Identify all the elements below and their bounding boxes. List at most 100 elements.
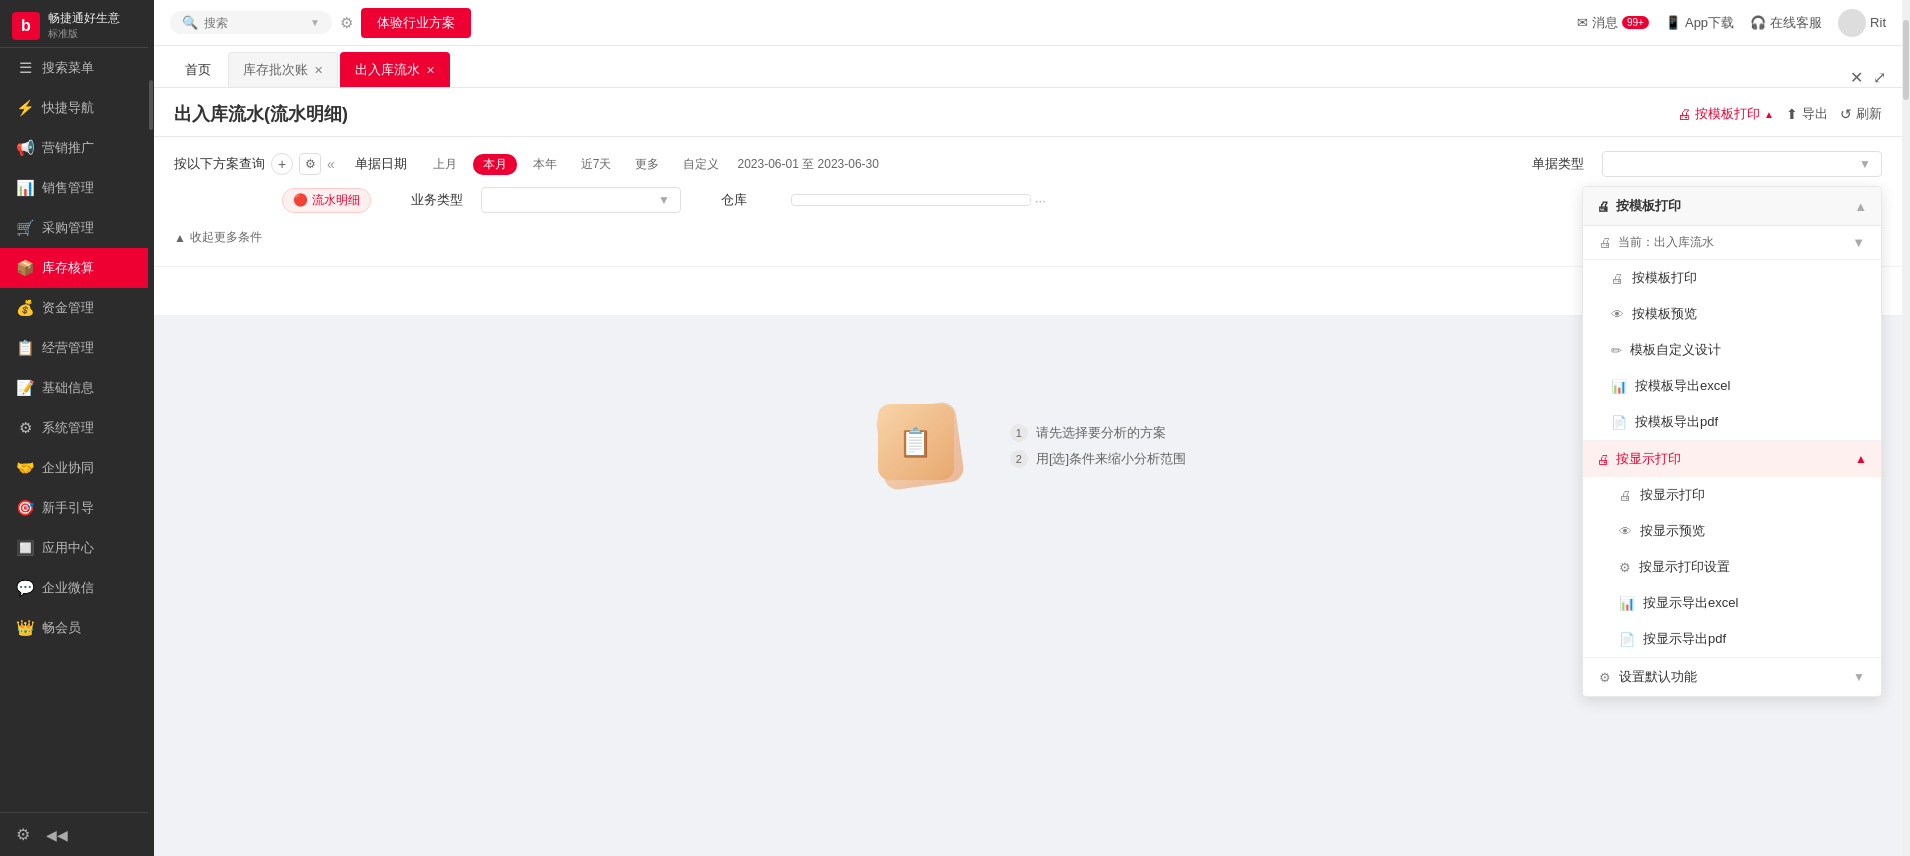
date-btn-last-month[interactable]: 上月 <box>425 154 465 175</box>
app-name: 畅捷通好生意 标准版 <box>48 10 120 41</box>
online-service-button[interactable]: 🎧 在线客服 <box>1750 14 1822 32</box>
marketing-icon: 📢 <box>16 139 34 157</box>
filter-tag-detail[interactable]: 🔴 流水明细 <box>282 188 371 213</box>
empty-step-2: 2 用[选]条件来缩小分析范围 <box>1010 450 1186 468</box>
date-btn-this-year[interactable]: 本年 <box>525 154 565 175</box>
step-1-number: 1 <box>1010 424 1028 442</box>
system-icon: ⚙ <box>16 419 34 437</box>
date-btn-more[interactable]: 更多 <box>627 154 667 175</box>
tabs-bar: 首页 库存批次账 ✕ 出入库流水 ✕ ✕ ⤢ <box>154 46 1902 88</box>
dropdown-close-chevron-icon[interactable]: ▲ <box>1854 199 1867 214</box>
sidebar-item-guide[interactable]: 🎯 新手引导 <box>0 488 148 528</box>
warehouse-field[interactable] <box>791 194 1031 206</box>
doc-type-select[interactable]: ▼ <box>1602 151 1882 177</box>
dropdown-item-display-pdf[interactable]: 📄 按显示导出pdf <box>1583 621 1881 657</box>
window-close-icon[interactable]: ✕ <box>1850 68 1863 87</box>
sidebar-item-marketing[interactable]: 📢 营销推广 <box>0 128 148 168</box>
display-settings-icon: ⚙ <box>1619 560 1631 575</box>
filter-add-button[interactable]: + <box>271 153 293 175</box>
dropdown-item-template-excel[interactable]: 📊 按模板导出excel <box>1583 368 1881 404</box>
guide-icon: 🎯 <box>16 499 34 517</box>
template-excel-icon: 📊 <box>1611 379 1627 394</box>
date-btn-custom[interactable]: 自定义 <box>675 154 727 175</box>
app-download-button[interactable]: 📱 App下载 <box>1665 14 1734 32</box>
display-group-chevron-icon[interactable]: ▲ <box>1855 452 1867 466</box>
search-box[interactable]: 🔍 ▼ <box>170 11 332 34</box>
dropdown-current: 🖨 当前：出入库流水 ▼ <box>1583 226 1881 260</box>
empty-step-1: 1 请先选择要分析的方案 <box>1010 424 1186 442</box>
filter-tag-icon: 🔴 <box>293 193 308 207</box>
dropdown-item-template-preview[interactable]: 👁 按模板预览 <box>1583 296 1881 332</box>
tab-flow[interactable]: 出入库流水 ✕ <box>340 52 450 87</box>
sidebar-item-wechat[interactable]: 💬 企业微信 <box>0 568 148 608</box>
date-btn-this-month[interactable]: 本月 <box>473 154 517 175</box>
sidebar-item-member[interactable]: 👑 畅会员 <box>0 608 148 648</box>
search-input[interactable] <box>204 16 304 30</box>
sidebar-item-sales[interactable]: 📊 销售管理 <box>0 168 148 208</box>
search-dropdown-icon[interactable]: ▼ <box>310 17 320 28</box>
finance-icon: 💰 <box>16 299 34 317</box>
dropdown-item-display-preview[interactable]: 👁 按显示预览 <box>1583 513 1881 549</box>
dropdown-item-display-settings[interactable]: ⚙ 按显示打印设置 <box>1583 549 1881 585</box>
tab-batch[interactable]: 库存批次账 ✕ <box>228 52 338 87</box>
printer-icon: 🖨 <box>1677 106 1691 122</box>
tab-batch-close-icon[interactable]: ✕ <box>314 64 323 77</box>
trial-button[interactable]: 体验行业方案 <box>361 8 471 38</box>
template-print-icon: 🖨 <box>1611 271 1624 286</box>
export-button[interactable]: ⬆ 导出 <box>1786 105 1828 123</box>
template-preview-icon: 👁 <box>1611 307 1624 322</box>
filter-tags: 🔴 流水明细 <box>174 188 371 213</box>
footer-chevron-icon: ▼ <box>1853 670 1865 684</box>
window-expand-icon[interactable]: ⤢ <box>1873 68 1886 87</box>
print-template-button[interactable]: 🖨 按模板打印 ▲ <box>1677 105 1774 123</box>
basic-icon: 📝 <box>16 379 34 397</box>
topbar-gear-icon[interactable]: ⚙ <box>340 14 353 32</box>
top-bar-right: ✉ 消息 99+ 📱 App下载 🎧 在线客服 Rit <box>1577 9 1886 37</box>
page-header: 出入库流水(流水明细) 🖨 按模板打印 ▲ ⬆ 导出 ↺ 刷新 <box>154 88 1902 137</box>
tab-home[interactable]: 首页 <box>170 52 226 87</box>
search-menu-icon: ☰ <box>16 59 34 77</box>
dropdown-display-group-header[interactable]: 🖨 按显示打印 ▲ <box>1583 441 1881 477</box>
dropdown-item-template-print[interactable]: 🖨 按模板打印 <box>1583 260 1881 296</box>
tab-flow-close-icon[interactable]: ✕ <box>426 64 435 77</box>
message-button[interactable]: ✉ 消息 99+ <box>1577 14 1649 32</box>
settings-icon[interactable]: ⚙ <box>16 825 30 844</box>
footer-settings-icon: ⚙ <box>1599 670 1611 685</box>
step-2-number: 2 <box>1010 450 1028 468</box>
empty-icon-wrapper: 📋 <box>870 396 970 496</box>
sidebar-item-inventory[interactable]: 📦 库存核算 <box>0 248 148 288</box>
wechat-icon: 💬 <box>16 579 34 597</box>
date-btn-7days[interactable]: 近7天 <box>573 154 620 175</box>
warehouse-more-icon[interactable]: ··· <box>1035 193 1046 208</box>
phone-icon: 📱 <box>1665 15 1681 30</box>
top-bar-left: 🔍 ▼ ⚙ 体验行业方案 <box>170 8 1567 38</box>
sidebar-item-operations[interactable]: 📋 经营管理 <box>0 328 148 368</box>
empty-steps: 1 请先选择要分析的方案 2 用[选]条件来缩小分析范围 <box>1010 424 1186 468</box>
right-scrollbar <box>1902 0 1910 856</box>
collapse-sidebar-icon[interactable]: ◀◀ <box>46 827 68 843</box>
print-chevron-up-icon[interactable]: ▲ <box>1764 109 1774 120</box>
page-title: 出入库流水(流水明细) <box>174 102 348 126</box>
sidebar-item-purchase[interactable]: 🛒 采购管理 <box>0 208 148 248</box>
dropdown-footer-settings[interactable]: ⚙ 设置默认功能 ▼ <box>1583 657 1881 696</box>
filter-left-collapse-icon[interactable]: « <box>327 156 335 172</box>
dropdown-item-display-print[interactable]: 🖨 按显示打印 <box>1583 477 1881 513</box>
biz-type-select[interactable]: ▼ <box>481 187 681 213</box>
dropdown-item-display-excel[interactable]: 📊 按显示导出excel <box>1583 585 1881 621</box>
collapse-chevron-icon: ▲ <box>174 231 186 245</box>
current-chevron-icon[interactable]: ▼ <box>1852 235 1865 250</box>
sidebar-item-basic[interactable]: 📝 基础信息 <box>0 368 148 408</box>
sidebar-item-apps[interactable]: 🔲 应用中心 <box>0 528 148 568</box>
sidebar-item-finance[interactable]: 💰 资金管理 <box>0 288 148 328</box>
user-avatar[interactable]: Rit <box>1838 9 1886 37</box>
headset-icon: 🎧 <box>1750 15 1766 30</box>
refresh-button[interactable]: ↺ 刷新 <box>1840 105 1882 123</box>
dropdown-item-template-pdf[interactable]: 📄 按模板导出pdf <box>1583 404 1881 440</box>
dropdown-item-template-design[interactable]: ✏ 模板自定义设计 <box>1583 332 1881 368</box>
sidebar-item-quick-nav[interactable]: ⚡ 快捷导航 <box>0 88 148 128</box>
sidebar-item-search[interactable]: ☰ 搜索菜单 <box>0 48 148 88</box>
sidebar-item-system[interactable]: ⚙ 系统管理 <box>0 408 148 448</box>
filter-biztype-section: 业务类型 ▼ <box>411 187 681 213</box>
sidebar-item-collab[interactable]: 🤝 企业协同 <box>0 448 148 488</box>
filter-settings-button[interactable]: ⚙ <box>299 153 321 175</box>
